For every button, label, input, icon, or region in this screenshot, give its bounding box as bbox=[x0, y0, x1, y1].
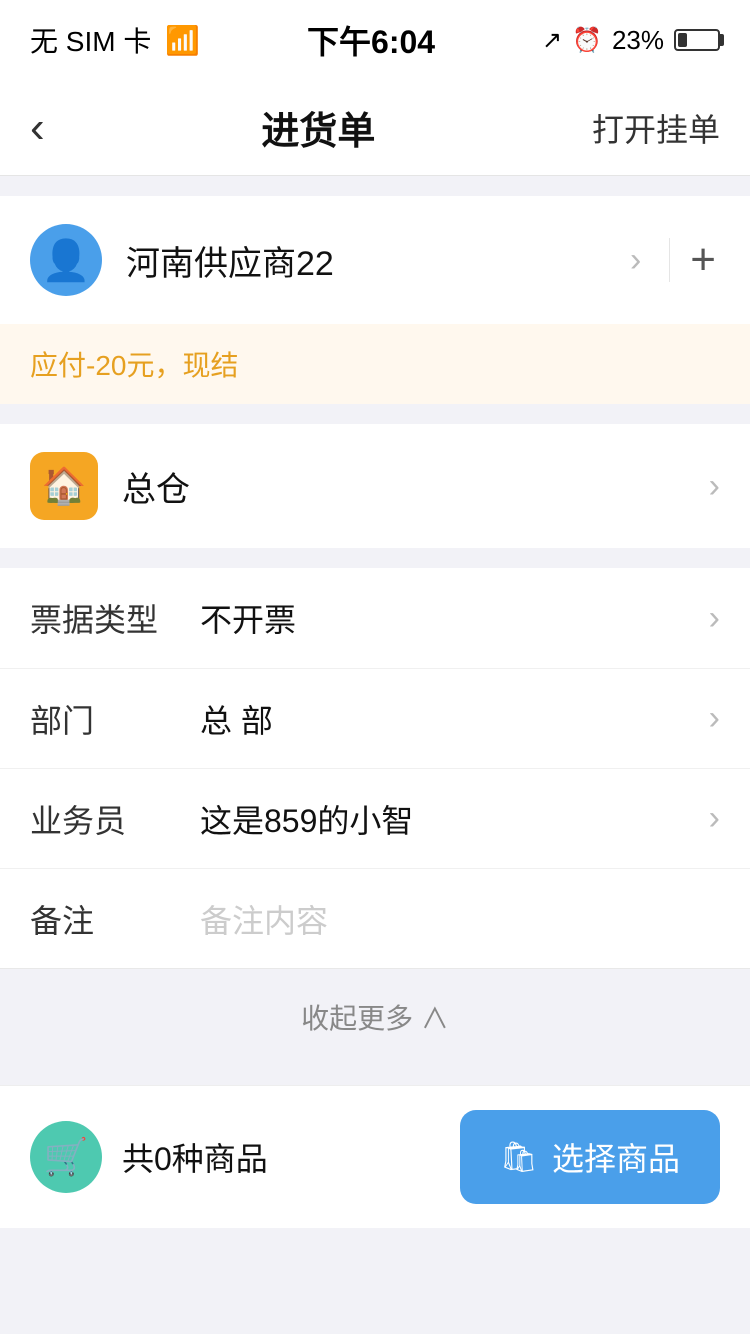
remark-row[interactable]: 备注 备注内容 bbox=[0, 868, 750, 968]
department-chevron-icon: › bbox=[709, 699, 720, 738]
back-button[interactable]: ‹ bbox=[30, 103, 45, 153]
remark-input[interactable]: 备注内容 bbox=[190, 896, 720, 942]
wifi-icon: 📶 bbox=[165, 24, 200, 57]
open-pending-button[interactable]: 打开挂单 bbox=[592, 105, 720, 151]
section-gap-1 bbox=[0, 176, 750, 196]
department-label: 部门 bbox=[30, 696, 190, 742]
salesperson-label: 业务员 bbox=[30, 796, 190, 842]
invoice-type-chevron-icon: › bbox=[709, 599, 720, 638]
remark-label: 备注 bbox=[30, 896, 190, 942]
main-content: 👤 河南供应商22 › + 应付-20元，现结 🏠 总仓 › 票据类型 不开票 … bbox=[0, 176, 750, 1228]
invoice-type-value: 不开票 bbox=[190, 595, 709, 641]
location-icon: ↗ bbox=[542, 26, 562, 55]
supplier-name: 河南供应商22 bbox=[126, 236, 630, 285]
supplier-avatar: 👤 bbox=[30, 224, 102, 296]
section-gap-2 bbox=[0, 404, 750, 424]
nav-bar: ‹ 进货单 打开挂单 bbox=[0, 80, 750, 176]
notice-banner: 应付-20元，现结 bbox=[0, 324, 750, 404]
battery-percent: 23% bbox=[612, 25, 664, 56]
department-row[interactable]: 部门 总 部 › bbox=[0, 668, 750, 768]
add-supplier-button[interactable]: + bbox=[669, 238, 720, 282]
salesperson-row[interactable]: 业务员 这是859的小智 › bbox=[0, 768, 750, 868]
warehouse-card: 🏠 总仓 › bbox=[0, 424, 750, 548]
bag-icon: 🛒 bbox=[44, 1136, 89, 1178]
invoice-type-row[interactable]: 票据类型 不开票 › bbox=[0, 568, 750, 668]
status-right: ↗ ⏰ 23% bbox=[542, 25, 720, 56]
select-product-label: 选择商品 bbox=[552, 1134, 680, 1180]
section-gap-3 bbox=[0, 548, 750, 568]
salesperson-value: 这是859的小智 bbox=[190, 796, 709, 842]
battery-icon bbox=[674, 29, 720, 51]
product-count: 共0种商品 bbox=[122, 1134, 268, 1180]
warehouse-name: 总仓 bbox=[122, 462, 709, 511]
product-left: 🛒 共0种商品 bbox=[30, 1121, 268, 1193]
supplier-row[interactable]: 👤 河南供应商22 › + bbox=[0, 196, 750, 324]
warehouse-chevron-icon: › bbox=[709, 467, 720, 506]
cart-add-icon: 🛍 bbox=[500, 1140, 538, 1175]
bottom-bar: 🛒 共0种商品 🛍 选择商品 bbox=[0, 1085, 750, 1228]
page-title: 进货单 bbox=[261, 100, 375, 155]
status-time: 下午6:04 bbox=[307, 17, 435, 63]
status-bar: 无 SIM 卡 📶 下午6:04 ↗ ⏰ 23% bbox=[0, 0, 750, 80]
supplier-chevron-icon: › bbox=[630, 241, 641, 280]
product-bag-icon: 🛒 bbox=[30, 1121, 102, 1193]
salesperson-chevron-icon: › bbox=[709, 799, 720, 838]
avatar-icon: 👤 bbox=[41, 237, 91, 284]
supplier-card: 👤 河南供应商22 › + 应付-20元，现结 bbox=[0, 196, 750, 404]
select-product-button[interactable]: 🛍 选择商品 bbox=[460, 1110, 720, 1204]
warehouse-icon: 🏠 bbox=[30, 452, 98, 520]
house-icon: 🏠 bbox=[42, 465, 87, 507]
collapse-button[interactable]: 收起更多 ∧ bbox=[0, 968, 750, 1065]
department-value: 总 部 bbox=[190, 696, 709, 742]
carrier-text: 无 SIM 卡 bbox=[30, 20, 151, 60]
warehouse-row[interactable]: 🏠 总仓 › bbox=[0, 424, 750, 548]
collapse-label: 收起更多 ∧ bbox=[301, 997, 449, 1037]
form-card: 票据类型 不开票 › 部门 总 部 › 业务员 这是859的小智 › 备注 备注… bbox=[0, 568, 750, 968]
status-left: 无 SIM 卡 📶 bbox=[30, 20, 200, 60]
alarm-icon: ⏰ bbox=[572, 26, 602, 55]
invoice-type-label: 票据类型 bbox=[30, 595, 190, 641]
